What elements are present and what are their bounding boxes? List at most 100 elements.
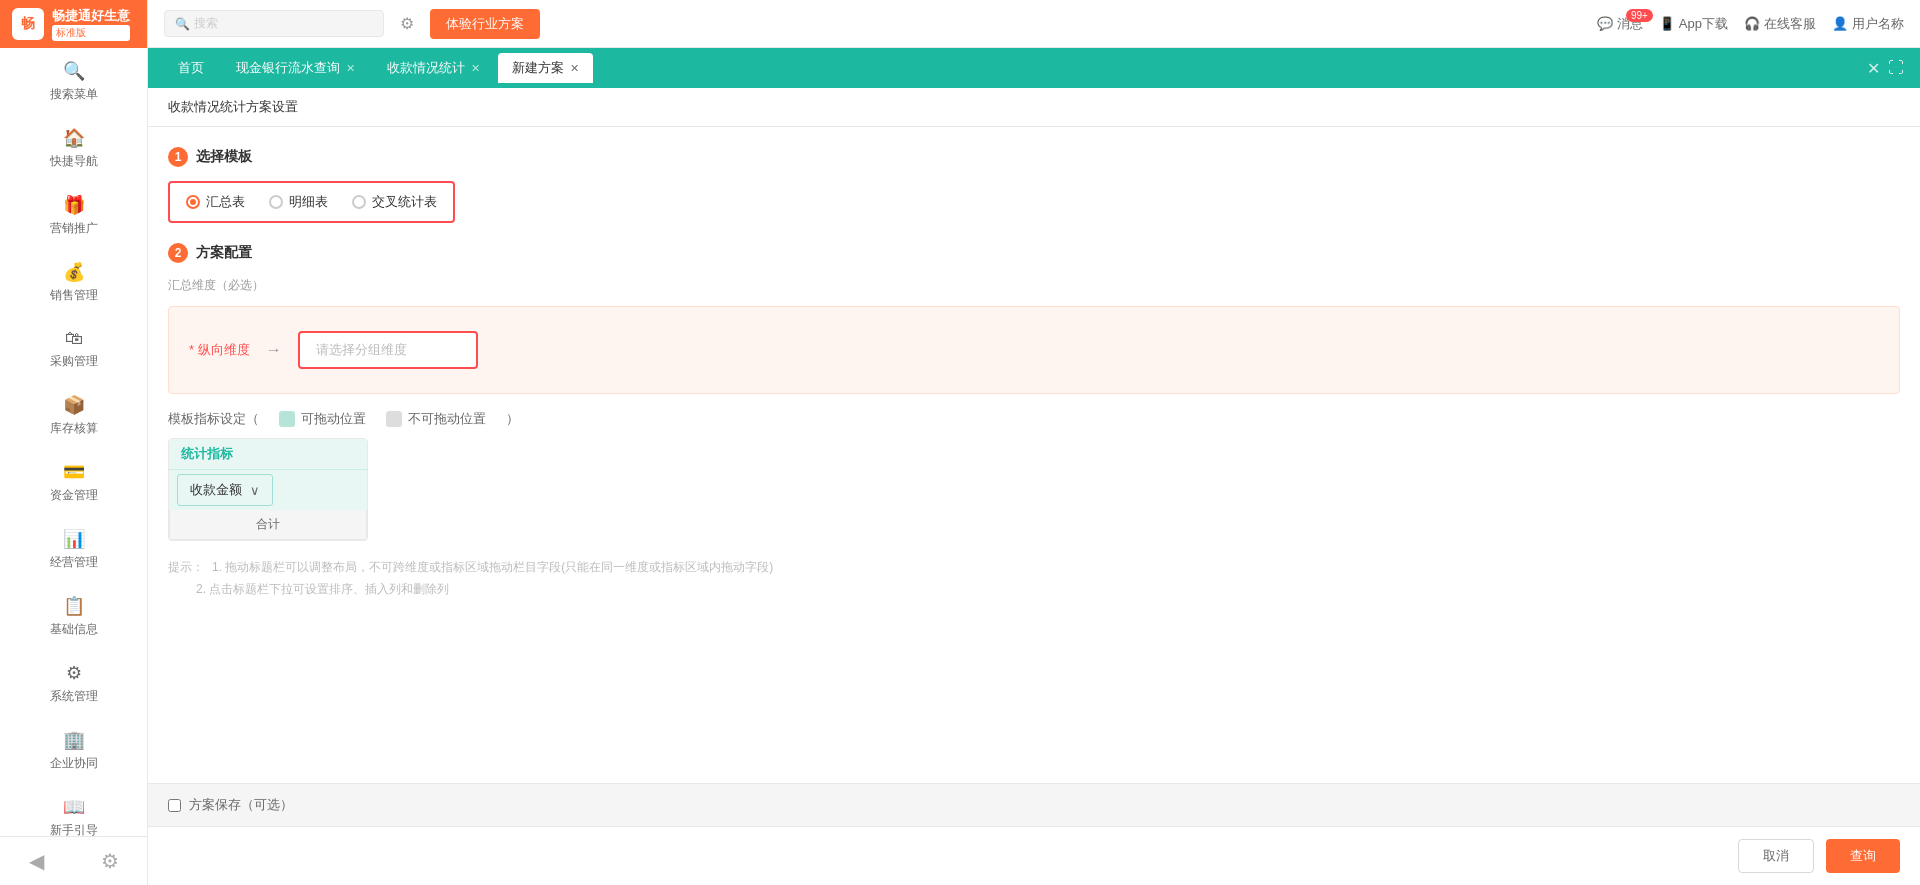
- indicator-section-header: 统计指标: [169, 439, 367, 470]
- tab-new-plan-label: 新建方案: [512, 59, 564, 77]
- avatar-icon: 👤: [1832, 16, 1848, 31]
- finance-icon: 💳: [63, 461, 85, 483]
- fixed-dot: [386, 411, 402, 427]
- sidebar-item-enterprise[interactable]: 🏢 企业协同: [0, 717, 147, 784]
- footer-area: 方案保存（可选）: [148, 783, 1920, 826]
- sidebar-item-label: 经营管理: [50, 554, 98, 571]
- hint-text-2: 2. 点击标题栏下拉可设置排序、插入列和删除列: [196, 579, 449, 601]
- download-icon: 📱: [1659, 16, 1675, 31]
- radio-summary-circle: [186, 195, 200, 209]
- radio-cross[interactable]: 交叉统计表: [352, 193, 437, 211]
- step1-badge: 1: [168, 147, 188, 167]
- action-bar: 取消 查询: [148, 826, 1920, 885]
- drag-fixed-indicator: 不可拖动位置: [386, 410, 486, 428]
- hint-text-1: 1. 拖动标题栏可以调整布局，不可跨维度或指标区域拖动栏目字段(只能在同一维度或…: [212, 557, 773, 579]
- movable-dot: [279, 411, 295, 427]
- sidebar-item-search-menu[interactable]: 🔍 搜索菜单: [0, 48, 147, 115]
- sidebar-logo: 畅 畅捷通好生意 标准版: [0, 0, 147, 48]
- template-options: 汇总表 明细表 交叉统计表: [168, 181, 455, 223]
- radio-summary[interactable]: 汇总表: [186, 193, 245, 211]
- query-button[interactable]: 查询: [1826, 839, 1900, 873]
- indicator-tag-label: 收款金额: [190, 481, 242, 499]
- gear-icon[interactable]: ⚙: [400, 14, 414, 33]
- indicator-setting-close: ）: [506, 410, 519, 428]
- main-content: 🔍 搜索 ⚙ 体验行业方案 💬 消息 99+ 📱 App下载 🎧 在线客服 👤 …: [148, 0, 1920, 885]
- save-plan-checkbox[interactable]: [168, 799, 181, 812]
- sidebar-item-purchase[interactable]: 🛍 采购管理: [0, 316, 147, 382]
- sidebar-bottom: ◀ ⚙: [0, 836, 147, 885]
- sidebar-item-label: 销售管理: [50, 287, 98, 304]
- home-icon: 🏠: [63, 127, 85, 149]
- user-avatar[interactable]: 👤 用户名称: [1832, 15, 1904, 33]
- sidebar-settings-btn[interactable]: ⚙: [101, 849, 119, 873]
- search-placeholder: 搜索: [194, 15, 218, 32]
- sidebar-item-finance[interactable]: 💳 资金管理: [0, 449, 147, 516]
- operations-icon: 📊: [63, 528, 85, 550]
- radio-summary-label: 汇总表: [206, 193, 245, 211]
- tab-bank[interactable]: 现金银行流水查询 ✕: [222, 53, 369, 83]
- sidebar-item-sales[interactable]: 💰 销售管理: [0, 249, 147, 316]
- tab-bank-close[interactable]: ✕: [346, 62, 355, 75]
- tab-close-all-icon[interactable]: ✕: [1867, 59, 1880, 78]
- topbar: 🔍 搜索 ⚙ 体验行业方案 💬 消息 99+ 📱 App下载 🎧 在线客服 👤 …: [148, 0, 1920, 48]
- inventory-icon: 📦: [63, 394, 85, 416]
- hint-row-2: 2. 点击标题栏下拉可设置排序、插入列和删除列: [168, 579, 1900, 601]
- sidebar-item-guide[interactable]: 📖 新手引导: [0, 784, 147, 836]
- tab-collection-label: 收款情况统计: [387, 59, 465, 77]
- topbar-right: 💬 消息 99+ 📱 App下载 🎧 在线客服 👤 用户名称: [1597, 15, 1904, 33]
- radio-detail-label: 明细表: [289, 193, 328, 211]
- indicator-tag-row: 收款金额 ∨: [169, 470, 367, 510]
- tab-new-plan[interactable]: 新建方案 ✕: [498, 53, 593, 83]
- tab-collection-stats[interactable]: 收款情况统计 ✕: [373, 53, 494, 83]
- logo-text: 畅捷通好生意: [52, 7, 130, 25]
- save-plan-label: 方案保存（可选）: [189, 796, 293, 814]
- radio-detail[interactable]: 明细表: [269, 193, 328, 211]
- download-button[interactable]: 📱 App下载: [1659, 15, 1728, 33]
- sidebar-item-label: 基础信息: [50, 621, 98, 638]
- hint-prefix-1: 提示：: [168, 557, 204, 579]
- logo-badge: 标准版: [52, 25, 130, 41]
- dimension-config: 汇总维度（必选） * 纵向维度 → 请选择分组维度: [168, 277, 1900, 394]
- message-button[interactable]: 💬 消息 99+: [1597, 15, 1643, 33]
- enterprise-icon: 🏢: [63, 729, 85, 751]
- tab-home[interactable]: 首页: [164, 53, 218, 83]
- drag-movable-indicator: 可拖动位置: [279, 410, 366, 428]
- sidebar-item-basics[interactable]: 📋 基础信息: [0, 583, 147, 650]
- tab-collection-close[interactable]: ✕: [471, 62, 480, 75]
- dimension-select[interactable]: 请选择分组维度: [298, 331, 478, 369]
- search-icon: 🔍: [175, 17, 190, 31]
- sidebar-item-label: 快捷导航: [50, 153, 98, 170]
- indicator-tag[interactable]: 收款金额 ∨: [177, 474, 273, 506]
- search-menu-icon: 🔍: [63, 60, 85, 82]
- sidebar-item-inventory[interactable]: 📦 库存核算: [0, 382, 147, 449]
- hint-row-1: 提示： 1. 拖动标题栏可以调整布局，不可跨维度或指标区域拖动栏目字段(只能在同…: [168, 557, 1900, 579]
- step1-section: 1 选择模板 汇总表 明细表 交叉统计表: [168, 147, 1900, 223]
- gift-icon: 🎁: [63, 194, 85, 216]
- service-label: 在线客服: [1764, 15, 1816, 33]
- user-name: 用户名称: [1852, 15, 1904, 33]
- save-plan-checkbox-label[interactable]: 方案保存（可选）: [168, 796, 1900, 814]
- service-button[interactable]: 🎧 在线客服: [1744, 15, 1816, 33]
- dimension-area: * 纵向维度 → 请选择分组维度: [168, 306, 1900, 394]
- sidebar-item-label: 系统管理: [50, 688, 98, 705]
- cancel-button[interactable]: 取消: [1738, 839, 1814, 873]
- sidebar-item-quick-nav[interactable]: 🏠 快捷导航: [0, 115, 147, 182]
- sidebar-item-marketing[interactable]: 🎁 营销推广: [0, 182, 147, 249]
- sidebar-item-system[interactable]: ⚙ 系统管理: [0, 650, 147, 717]
- sales-icon: 💰: [63, 261, 85, 283]
- download-label: App下载: [1679, 15, 1728, 33]
- step2-badge: 2: [168, 243, 188, 263]
- tab-new-plan-close[interactable]: ✕: [570, 62, 579, 75]
- topbar-search[interactable]: 🔍 搜索: [164, 10, 384, 37]
- basics-icon: 📋: [63, 595, 85, 617]
- radio-detail-circle: [269, 195, 283, 209]
- service-icon: 🎧: [1744, 16, 1760, 31]
- indicator-section: 模板指标设定（ 可拖动位置 不可拖动位置 ） 统计指标: [168, 410, 1900, 541]
- sidebar-item-operations[interactable]: 📊 经营管理: [0, 516, 147, 583]
- tab-maximize-icon[interactable]: ⛶: [1888, 59, 1904, 77]
- indicator-dropdown-icon: ∨: [250, 483, 260, 498]
- dimension-row: * 纵向维度 → 请选择分组维度: [189, 331, 1879, 369]
- trial-button[interactable]: 体验行业方案: [430, 9, 540, 39]
- sidebar-expand-btn[interactable]: ◀: [29, 849, 44, 873]
- tab-bank-label: 现金银行流水查询: [236, 59, 340, 77]
